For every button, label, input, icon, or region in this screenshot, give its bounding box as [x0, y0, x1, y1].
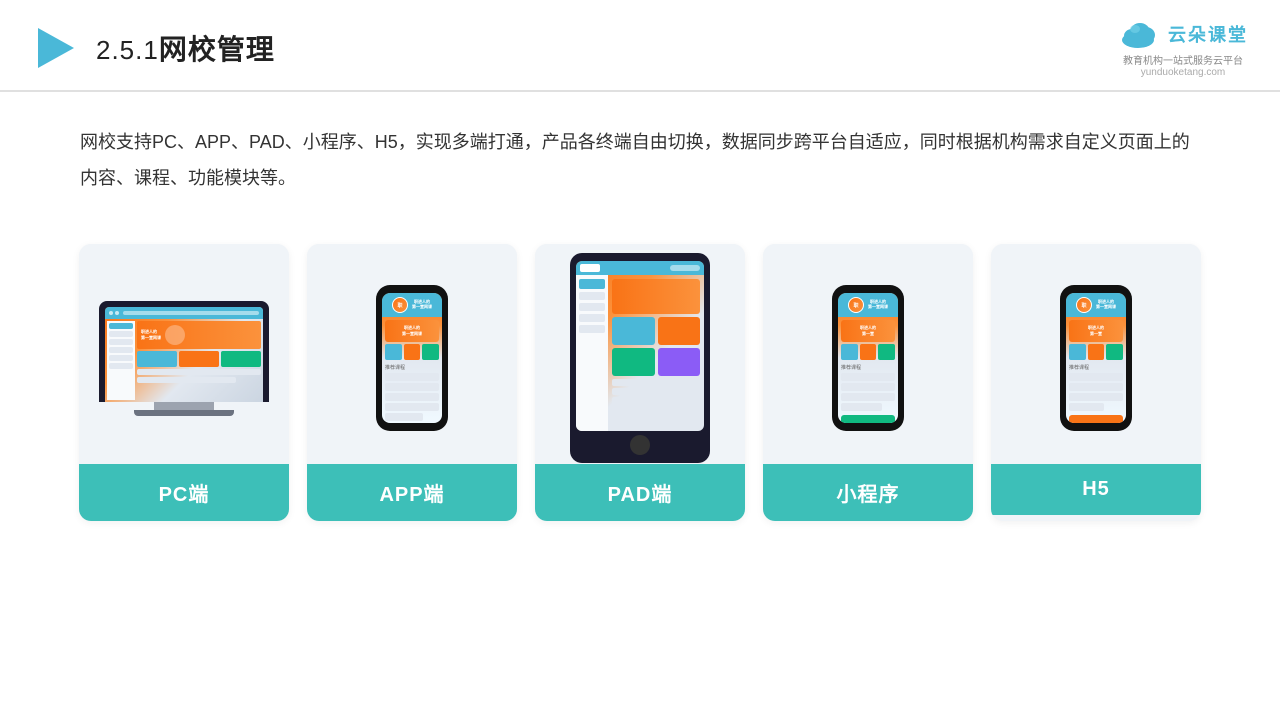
pad-label: PAD端 [535, 464, 745, 521]
description-text: 网校支持PC、APP、PAD、小程序、H5，实现多端打通，产品各终端自由切换，数… [0, 92, 1280, 212]
card-h5: 职 职进人的第一堂网课 职进人的第一堂 [991, 244, 1201, 521]
app-phone-mockup: 职 职进人的第一堂网课 职进人的第一堂网课 [376, 285, 448, 431]
app-label: APP端 [307, 464, 517, 521]
logo-name: 云朵课堂 [1168, 21, 1248, 47]
pad-image-area [535, 244, 745, 464]
app-image-area: 职 职进人的第一堂网课 职进人的第一堂网课 [307, 244, 517, 464]
miniprogram-phone-mockup: 职 职进人的第一堂网课 职进人的第一堂 [832, 285, 904, 431]
miniprogram-label: 小程序 [763, 464, 973, 521]
logo-url: yunduoketang.com [1141, 67, 1226, 78]
pc-image-area: 职进人的第一堂网课 [79, 244, 289, 464]
miniprogram-image-area: 职 职进人的第一堂网课 职进人的第一堂 [763, 244, 973, 464]
h5-image-area: 职 职进人的第一堂网课 职进人的第一堂 [991, 244, 1201, 464]
pc-mockup: 职进人的第一堂网课 [94, 301, 274, 416]
play-icon [32, 24, 80, 72]
card-pad: PAD端 [535, 244, 745, 521]
card-app: 职 职进人的第一堂网课 职进人的第一堂网课 [307, 244, 517, 521]
platform-cards: 职进人的第一堂网课 [0, 220, 1280, 521]
cloud-icon [1118, 18, 1162, 50]
page-title: 2.5.1网校管理 [96, 28, 275, 68]
header-left: 2.5.1网校管理 [32, 24, 275, 72]
brand-logo: 云朵课堂 教育机构一站式服务云平台 yunduoketang.com [1118, 18, 1248, 78]
logo-cloud: 云朵课堂 [1118, 18, 1248, 50]
logo-subtitle: 教育机构一站式服务云平台 [1123, 52, 1243, 67]
card-miniprogram: 职 职进人的第一堂网课 职进人的第一堂 [763, 244, 973, 521]
header: 2.5.1网校管理 云朵课堂 教育机构一站式服务云平台 yunduoketang… [0, 0, 1280, 92]
pc-label: PC端 [79, 464, 289, 521]
pad-tablet-mockup [570, 253, 710, 463]
card-pc: 职进人的第一堂网课 [79, 244, 289, 521]
h5-label: H5 [991, 464, 1201, 515]
h5-phone-mockup: 职 职进人的第一堂网课 职进人的第一堂 [1060, 285, 1132, 431]
